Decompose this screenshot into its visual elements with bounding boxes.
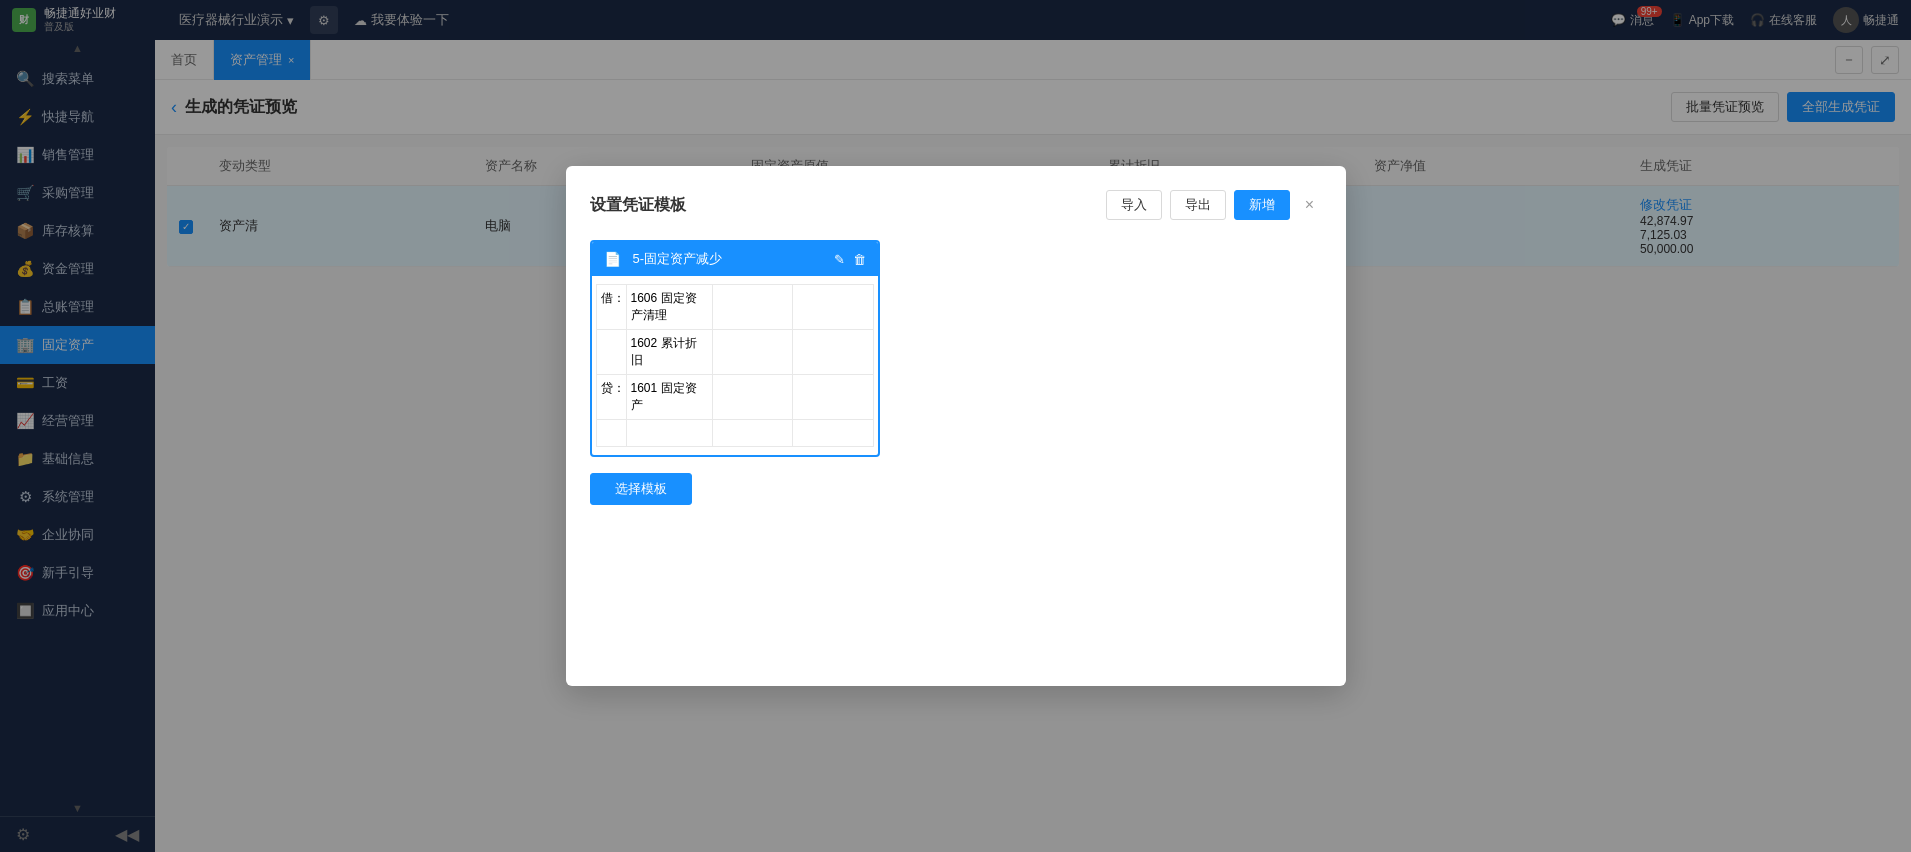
template-card: 📄 5-固定资产减少 ✎ 🗑 <box>590 240 880 457</box>
entry-credit-1 <box>793 285 873 330</box>
template-card-body: 借： 1606 固定资产清理 1602 累计折旧 <box>592 276 878 455</box>
modal-dialog: 设置凭证模板 导入 导出 新增 × <box>566 166 1346 686</box>
import-btn[interactable]: 导入 <box>1106 190 1162 220</box>
modal-backdrop: 设置凭证模板 导入 导出 新增 × <box>155 80 1911 852</box>
entry-debit-1 <box>713 285 793 330</box>
select-template-container: 选择模板 <box>590 473 1322 505</box>
entry-account-empty <box>627 420 713 446</box>
entry-debit-3 <box>713 375 793 420</box>
template-card-header: 📄 5-固定资产减少 ✎ 🗑 <box>592 242 878 276</box>
modal-title: 设置凭证模板 <box>590 195 686 216</box>
modal-header: 设置凭证模板 导入 导出 新增 × <box>590 190 1322 220</box>
entry-account-1: 1606 固定资产清理 <box>627 285 713 330</box>
template-card-title: 5-固定资产减少 <box>633 250 826 268</box>
select-template-btn[interactable]: 选择模板 <box>590 473 692 505</box>
entry-credit-3 <box>793 375 873 420</box>
entry-account-3: 1601 固定资产 <box>627 375 713 420</box>
modal-header-actions: 导入 导出 新增 × <box>1106 190 1322 220</box>
page-content: ‹ 生成的凭证预览 批量凭证预览 全部生成凭证 变动类型 <box>155 80 1911 852</box>
entry-type-1: 借： <box>597 285 627 330</box>
modal-close-btn[interactable]: × <box>1298 193 1322 217</box>
entry-account-2: 1602 累计折旧 <box>627 330 713 375</box>
entry-type-empty <box>597 420 627 446</box>
entry-type-2 <box>597 330 627 375</box>
template-card-actions: ✎ 🗑 <box>834 252 866 267</box>
modal-action-buttons: 导入 导出 新增 <box>1106 190 1290 220</box>
new-btn[interactable]: 新增 <box>1234 190 1290 220</box>
export-btn[interactable]: 导出 <box>1170 190 1226 220</box>
entry-credit-empty <box>793 420 873 446</box>
entry-debit-empty <box>713 420 793 446</box>
entry-credit-2 <box>793 330 873 375</box>
template-doc-icon: 📄 <box>604 251 621 267</box>
entry-debit-2 <box>713 330 793 375</box>
template-edit-icon[interactable]: ✎ <box>834 252 845 267</box>
entry-type-3: 贷： <box>597 375 627 420</box>
content-area: 首页 资产管理 × － ⤢ ‹ 生成的凭证预览 批量凭证预览 <box>155 40 1911 852</box>
template-delete-icon[interactable]: 🗑 <box>853 252 866 267</box>
